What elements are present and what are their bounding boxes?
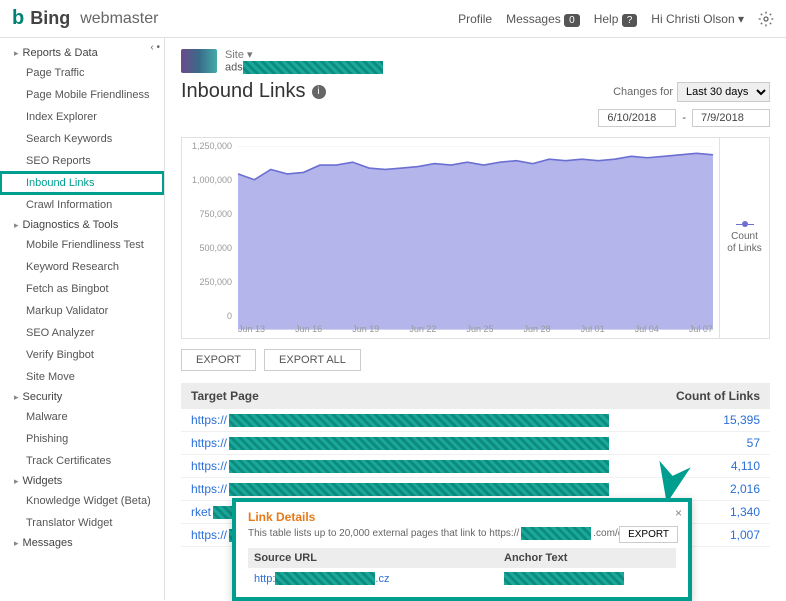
sidebar-item[interactable]: SEO Analyzer xyxy=(0,322,164,344)
bing-b-icon: b xyxy=(12,7,24,30)
sidebar-item[interactable]: Crawl Information xyxy=(0,194,164,216)
date-start[interactable]: 6/10/2018 xyxy=(598,109,676,127)
popup-title: Link Details xyxy=(248,510,676,524)
profile-link[interactable]: Profile xyxy=(458,12,492,26)
sidebar-item[interactable]: Search Keywords xyxy=(0,128,164,150)
redacted xyxy=(504,572,624,585)
export-button[interactable]: EXPORT xyxy=(181,349,256,371)
sidebar-item[interactable]: Track Certificates xyxy=(0,450,164,472)
sidebar-item[interactable]: Page Mobile Friendliness xyxy=(0,84,164,106)
sidebar-item[interactable]: Index Explorer xyxy=(0,106,164,128)
sidebar-item[interactable]: Mobile Friendliness Test xyxy=(0,234,164,256)
messages-badge: 0 xyxy=(564,14,580,27)
sidebar-item[interactable]: Site Move xyxy=(0,366,164,388)
greeting[interactable]: Hi Christi Olson ▾ xyxy=(651,12,744,26)
legend-marker xyxy=(736,221,754,227)
sidebar-group[interactable]: ▸Security xyxy=(0,388,164,406)
brand-logo[interactable]: b Bing webmaster xyxy=(12,7,158,30)
sidebar-item[interactable]: Malware xyxy=(0,406,164,428)
popup-export-button[interactable]: EXPORT xyxy=(619,526,678,543)
sidebar-item[interactable]: SEO Reports xyxy=(0,150,164,172)
sidebar-item[interactable]: Phishing xyxy=(0,428,164,450)
sidebar-item[interactable]: Keyword Research xyxy=(0,256,164,278)
sidebar-item[interactable]: Knowledge Widget (Beta) xyxy=(0,490,164,512)
site-label[interactable]: Site ▾ xyxy=(225,48,383,61)
link-details-popup: × Link Details This table lists up to 20… xyxy=(232,498,692,601)
sidebar-item[interactable]: Page Traffic xyxy=(0,62,164,84)
range-select[interactable]: Last 30 days xyxy=(677,82,770,102)
close-icon[interactable]: × xyxy=(675,506,682,520)
collapse-icon[interactable]: ‹ • xyxy=(150,42,160,53)
brand-webmaster: webmaster xyxy=(80,10,158,28)
table-row[interactable]: https://4,110 xyxy=(181,455,770,478)
sidebar-group[interactable]: ▸Diagnostics & Tools xyxy=(0,216,164,234)
sidebar-group[interactable]: ▸Reports & Data xyxy=(0,44,164,62)
table-header: Target Page Count of Links xyxy=(181,383,770,409)
sidebar-item[interactable]: Markup Validator xyxy=(0,300,164,322)
legend-label: Countof Links xyxy=(727,231,761,255)
redacted xyxy=(243,61,383,74)
info-icon[interactable]: i xyxy=(312,85,326,99)
sidebar-item[interactable]: Verify Bingbot xyxy=(0,344,164,366)
popup-col-source: Source URL xyxy=(254,552,464,564)
sidebar-group[interactable]: ▸Messages xyxy=(0,534,164,552)
sidebar-item[interactable]: Translator Widget xyxy=(0,512,164,534)
gear-icon[interactable] xyxy=(758,11,774,27)
help-badge: ? xyxy=(622,14,638,27)
page-title: Inbound Links i xyxy=(181,80,326,103)
table-row[interactable]: https://15,395 xyxy=(181,409,770,432)
changes-for: Changes for Last 30 days xyxy=(613,82,770,102)
chart: 0250,000500,000750,0001,000,0001,250,000… xyxy=(181,137,770,339)
sidebar-group[interactable]: ▸Widgets xyxy=(0,472,164,490)
brand-bing: Bing xyxy=(30,8,70,29)
sidebar-item[interactable]: Inbound Links xyxy=(0,172,164,194)
date-end[interactable]: 7/9/2018 xyxy=(692,109,770,127)
help-link[interactable]: Help ? xyxy=(594,12,638,26)
popup-col-anchor: Anchor Text xyxy=(504,552,567,564)
export-all-button[interactable]: EXPORT ALL xyxy=(264,349,361,371)
sidebar-item[interactable]: Fetch as Bingbot xyxy=(0,278,164,300)
messages-link[interactable]: Messages 0 xyxy=(506,12,580,26)
sidebar: ‹ • ▸Reports & DataPage TrafficPage Mobi… xyxy=(0,38,165,600)
popup-description: This table lists up to 20,000 external p… xyxy=(248,527,676,540)
table-row[interactable]: https://57 xyxy=(181,432,770,455)
site-thumbnail xyxy=(181,49,217,73)
popup-source-url[interactable]: http:.cz xyxy=(254,572,464,585)
